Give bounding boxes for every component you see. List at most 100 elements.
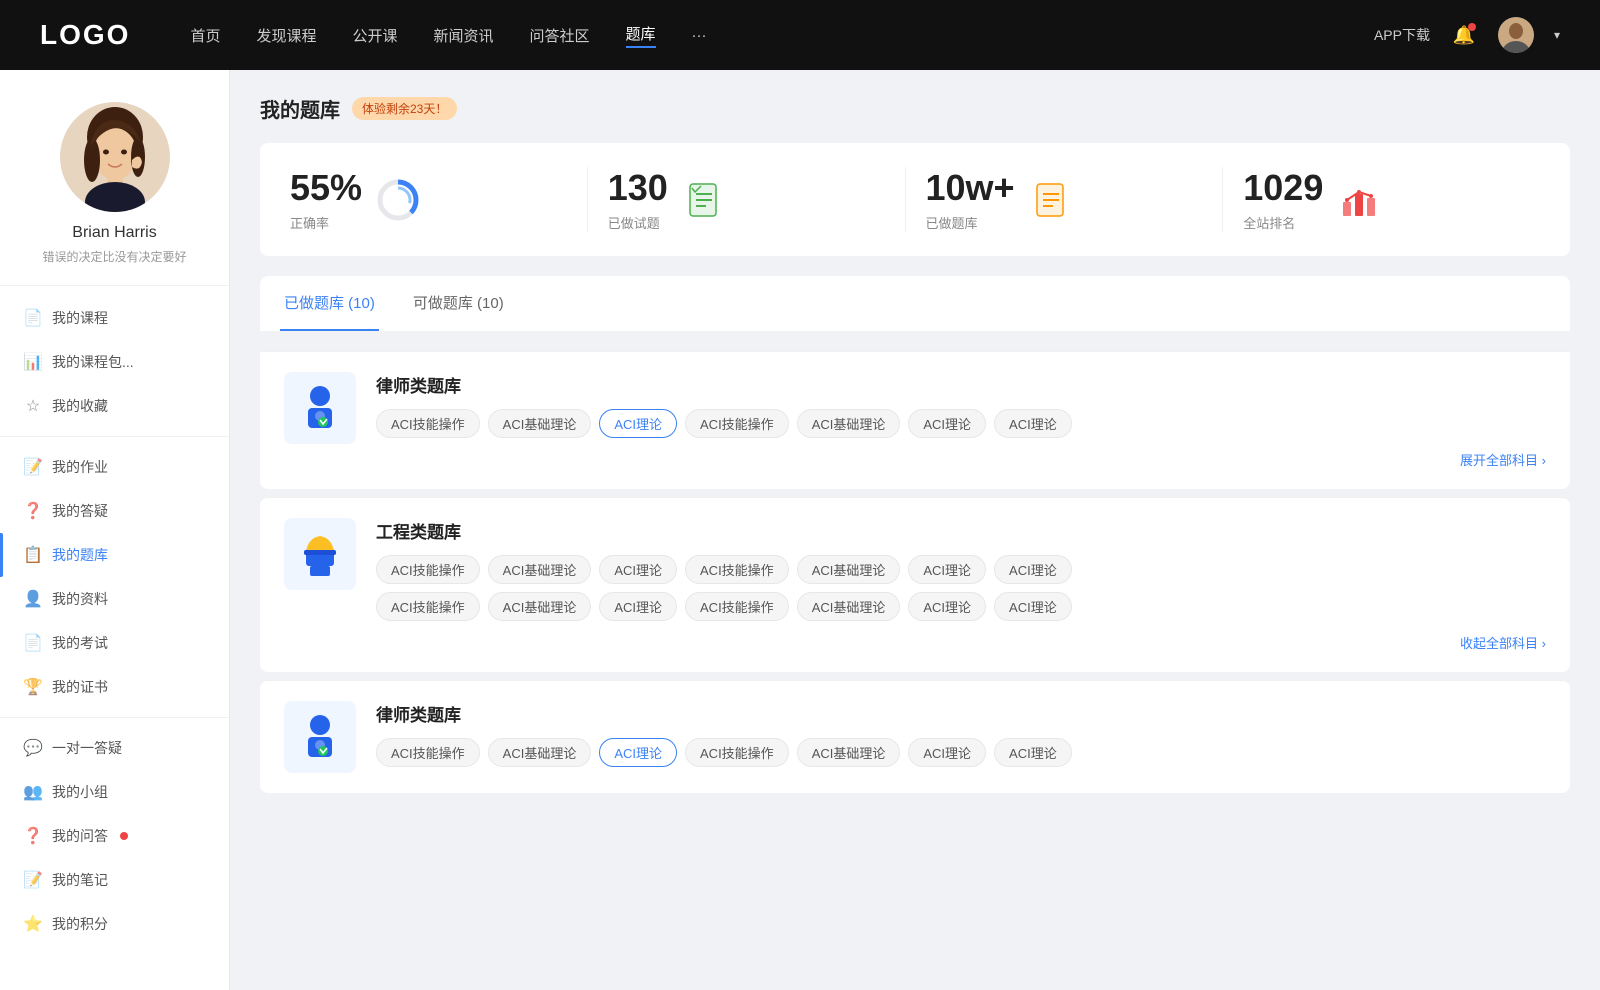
nav-opencourse[interactable]: 公开课	[352, 25, 397, 46]
bank-tag[interactable]: ACI理论	[994, 409, 1072, 438]
sidebar-item-label: 我的考试	[52, 633, 108, 653]
profile-name: Brian Harris	[72, 224, 156, 242]
nav-discover[interactable]: 发现课程	[256, 25, 316, 46]
sidebar-menu: 📄 我的课程 📊 我的课程包... ☆ 我的收藏 📝 我的作业 ❓ 我的答疑 �	[0, 286, 229, 956]
stat-rank-value: 1029 全站排名	[1243, 167, 1323, 232]
sidebar-item-certificate[interactable]: 🏆 我的证书	[0, 665, 229, 709]
main-content: 我的题库 体验剩余23天！ 55% 正确率	[230, 70, 1600, 990]
points-icon: ⭐	[24, 915, 42, 933]
avatar-image	[1498, 17, 1534, 53]
nav-qa[interactable]: 问答社区	[530, 25, 590, 46]
bank-tag[interactable]: ACI理论	[599, 555, 677, 584]
homework-icon: 📝	[24, 458, 42, 476]
bank-tag[interactable]: ACI理论	[908, 592, 986, 621]
my-course-icon: 📄	[24, 309, 42, 327]
bank-tag[interactable]: ACI基础理论	[488, 592, 592, 621]
certificate-icon: 🏆	[24, 678, 42, 696]
trial-badge: 体验剩余23天！	[352, 97, 457, 120]
sidebar-item-label: 一对一答疑	[52, 738, 122, 758]
user-avatar-nav[interactable]	[1498, 17, 1534, 53]
notification-bell[interactable]	[1450, 21, 1478, 49]
tab-done-banks[interactable]: 已做题库 (10)	[280, 276, 379, 331]
bank-tag[interactable]: ACI理论	[994, 555, 1072, 584]
sidebar-item-one-on-one[interactable]: 💬 一对一答疑	[0, 726, 229, 770]
bank-tag[interactable]: ACI基础理论	[797, 409, 901, 438]
bank-tag[interactable]: ACI技能操作	[376, 738, 480, 767]
course-package-icon: 📊	[24, 353, 42, 371]
sidebar-item-group[interactable]: 👥 我的小组	[0, 770, 229, 814]
stats-card: 55% 正确率 130 已做试题	[260, 143, 1570, 256]
expand-link-1[interactable]: 展开全部科目 ›	[376, 446, 1546, 469]
bank-engineer-icon	[284, 518, 356, 590]
bank-engineer-title: 工程类题库	[376, 518, 1546, 543]
nav-news[interactable]: 新闻资讯	[434, 25, 494, 46]
chevron-down-icon[interactable]: ▾	[1554, 28, 1560, 42]
nav-home[interactable]: 首页	[190, 25, 220, 46]
nav-more[interactable]: ···	[692, 27, 707, 44]
bank-tag[interactable]: ACI技能操作	[685, 592, 789, 621]
bank-tag[interactable]: ACI基础理论	[488, 738, 592, 767]
sidebar-item-my-qa[interactable]: ❓ 我的答疑	[0, 489, 229, 533]
sidebar-item-points[interactable]: ⭐ 我的积分	[0, 902, 229, 946]
exam-icon: 📄	[24, 634, 42, 652]
bank-tag-active[interactable]: ACI理论	[599, 738, 677, 767]
tab-available-banks[interactable]: 可做题库 (10)	[409, 276, 508, 331]
sidebar-item-homework[interactable]: 📝 我的作业	[0, 445, 229, 489]
sidebar-item-course-package[interactable]: 📊 我的课程包...	[0, 340, 229, 384]
questions-done-icon	[682, 178, 726, 222]
sidebar-item-exam[interactable]: 📄 我的考试	[0, 621, 229, 665]
bank-lawyer-1-title: 律师类题库	[376, 372, 1546, 397]
bank-tag[interactable]: ACI基础理论	[488, 555, 592, 584]
bank-lawyer-2-info: 律师类题库 ACI技能操作 ACI基础理论 ACI理论 ACI技能操作 ACI基…	[376, 701, 1546, 767]
avatar	[60, 102, 170, 212]
sidebar-item-favorites[interactable]: ☆ 我的收藏	[0, 384, 229, 428]
bank-tag[interactable]: ACI理论	[908, 555, 986, 584]
sidebar-profile: Brian Harris 错误的决定比没有决定要好	[0, 70, 229, 286]
page-layout: Brian Harris 错误的决定比没有决定要好 📄 我的课程 📊 我的课程包…	[0, 70, 1600, 990]
bank-tag[interactable]: ACI技能操作	[376, 592, 480, 621]
bank-tag[interactable]: ACI理论	[599, 592, 677, 621]
notes-icon: 📝	[24, 871, 42, 889]
my-info-icon: 👤	[24, 590, 42, 608]
sidebar-item-notes[interactable]: 📝 我的笔记	[0, 858, 229, 902]
sidebar-item-my-info[interactable]: 👤 我的资料	[0, 577, 229, 621]
rank-icon	[1337, 178, 1381, 222]
bank-tag-active[interactable]: ACI理论	[599, 409, 677, 438]
sidebar-item-question-bank[interactable]: 📋 我的题库	[0, 533, 229, 577]
navbar: LOGO 首页 发现课程 公开课 新闻资讯 问答社区 题库 ··· APP下载 …	[0, 0, 1600, 70]
accuracy-chart-icon	[376, 178, 420, 222]
expand-link-2[interactable]: 收起全部科目 ›	[376, 629, 1546, 652]
bank-tag[interactable]: ACI技能操作	[376, 555, 480, 584]
profile-motto: 错误的决定比没有决定要好	[42, 248, 186, 265]
bank-tag[interactable]: ACI基础理论	[488, 409, 592, 438]
bank-lawyer-icon	[284, 372, 356, 444]
bank-tag[interactable]: ACI技能操作	[685, 409, 789, 438]
nav-question-bank[interactable]: 题库	[626, 23, 656, 48]
lawyer2-svg	[294, 711, 346, 763]
bank-tag[interactable]: ACI技能操作	[376, 409, 480, 438]
group-icon: 👥	[24, 783, 42, 801]
bank-card-lawyer-2: 律师类题库 ACI技能操作 ACI基础理论 ACI理论 ACI技能操作 ACI基…	[260, 680, 1570, 793]
navbar-right: APP下载 ▾	[1374, 17, 1560, 53]
bank-tag[interactable]: ACI理论	[994, 738, 1072, 767]
lawyer-svg	[294, 382, 346, 434]
bank-tag[interactable]: ACI基础理论	[797, 555, 901, 584]
bank-tag[interactable]: ACI理论	[908, 409, 986, 438]
bank-tag[interactable]: ACI技能操作	[685, 555, 789, 584]
sidebar-item-label: 我的问答	[52, 826, 108, 846]
sidebar-divider-1	[0, 436, 229, 437]
sidebar-item-label: 我的课程包...	[52, 352, 134, 372]
bank-tag[interactable]: ACI理论	[994, 592, 1072, 621]
app-download-link[interactable]: APP下载	[1374, 25, 1430, 45]
sidebar-item-my-questions[interactable]: ❓ 我的问答	[0, 814, 229, 858]
bank-tag[interactable]: ACI基础理论	[797, 592, 901, 621]
bank-card-lawyer-1: 律师类题库 ACI技能操作 ACI基础理论 ACI理论 ACI技能操作 ACI基…	[260, 351, 1570, 489]
stat-banks-done: 10w+ 已做题库	[906, 167, 1224, 232]
bank-tag[interactable]: ACI技能操作	[685, 738, 789, 767]
bank-tag[interactable]: ACI基础理论	[797, 738, 901, 767]
sidebar-item-label: 我的积分	[52, 914, 108, 934]
page-title: 我的题库	[260, 94, 340, 123]
sidebar-item-my-course[interactable]: 📄 我的课程	[0, 296, 229, 340]
bank-card-header: 工程类题库 ACI技能操作 ACI基础理论 ACI理论 ACI技能操作 ACI基…	[284, 518, 1546, 652]
bank-tag[interactable]: ACI理论	[908, 738, 986, 767]
